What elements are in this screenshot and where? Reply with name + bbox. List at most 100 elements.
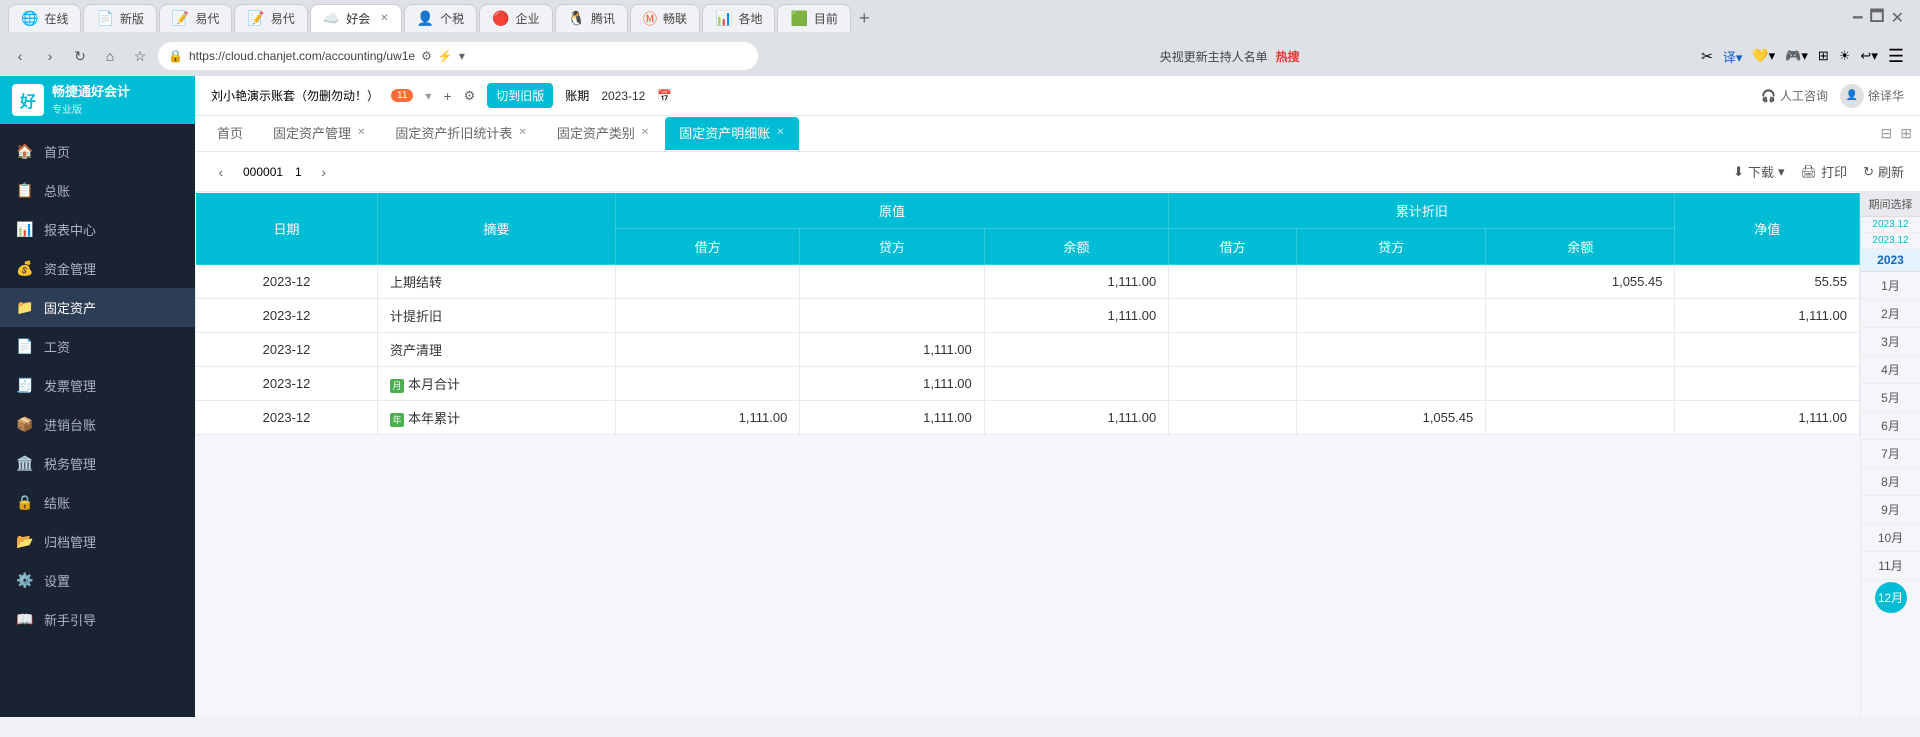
wallet-icon[interactable]: 💛▾ <box>1752 48 1775 64</box>
period-month-1[interactable]: 1月 <box>1861 272 1920 300</box>
new-tab-button[interactable]: + <box>853 8 876 29</box>
browser-tab-qiye[interactable]: 🔴 企业 <box>479 4 552 32</box>
period-month-10[interactable]: 10月 <box>1861 524 1920 552</box>
restore-button[interactable]: 🗖 <box>1869 5 1884 32</box>
cell-net-value <box>1675 367 1860 401</box>
cell-orig-credit: 1,111.00 <box>800 333 984 367</box>
close-tab-asset-detail[interactable]: ✕ <box>776 127 784 138</box>
settings-small-icon[interactable]: ⚙ <box>464 88 476 104</box>
user-avatar-button[interactable]: 👤 徐译华 <box>1840 84 1904 108</box>
browser-tab-chang[interactable]: Ⓜ 畅联 <box>630 4 700 32</box>
period-month-3[interactable]: 3月 <box>1861 328 1920 356</box>
game-icon[interactable]: 🎮▾ <box>1785 48 1808 64</box>
toolbar-right: ⬇ 下载 ▾ 🖨 打印 ↻ 刷新 <box>1733 162 1904 181</box>
browser-tab-muqian[interactable]: 🟩 目前 <box>777 4 850 32</box>
sidebar-item-payroll[interactable]: 📄 工资 <box>0 327 195 366</box>
refresh-button[interactable]: ↻ 刷新 <box>1863 162 1904 181</box>
browser-tab-online[interactable]: 🌐 在线 <box>8 4 81 32</box>
period-month-8[interactable]: 8月 <box>1861 468 1920 496</box>
period-header[interactable]: 期间选择 <box>1861 192 1920 217</box>
tab-icon-chang: Ⓜ <box>643 9 657 29</box>
ssl-icon: 🔒 <box>168 49 183 63</box>
reload-button[interactable]: ↻ <box>68 44 92 68</box>
close-haokuaiji-tab[interactable]: ✕ <box>380 13 388 24</box>
period-date-1[interactable]: 2023.12 <box>1861 217 1920 233</box>
sidebar-item-stock[interactable]: 📦 进销台账 <box>0 405 195 444</box>
tab-home[interactable]: 首页 <box>203 117 257 150</box>
period-month-4[interactable]: 4月 <box>1861 356 1920 384</box>
cell-date: 2023-12 <box>196 299 378 333</box>
translate-icon[interactable]: 译▾ <box>1723 47 1743 66</box>
cell-orig-credit <box>800 299 984 333</box>
close-window-button[interactable]: ✕ <box>1891 8 1904 28</box>
browser-tab-easy1[interactable]: 📝 易代 <box>159 4 232 32</box>
sidebar-item-funds[interactable]: 💰 资金管理 <box>0 249 195 288</box>
back-button[interactable]: ‹ <box>8 44 32 68</box>
period-date-2[interactable]: 2023.12 <box>1861 233 1920 249</box>
browser-tab-tengxun[interactable]: 🐧 腾讯 <box>555 4 628 32</box>
sidebar-item-home[interactable]: 🏠 首页 <box>0 132 195 171</box>
forward-button[interactable]: › <box>38 44 62 68</box>
prev-asset-button[interactable]: ‹ <box>211 162 231 182</box>
hot-search-label: 热搜 <box>1276 48 1300 65</box>
sidebar-item-ledger[interactable]: 📋 总账 <box>0 171 195 210</box>
switch-version-button[interactable]: 切到旧版 <box>487 83 553 108</box>
period-month-12[interactable]: 12月 <box>1875 582 1907 614</box>
tab-asset-detail-label: 固定资产明细账 <box>679 123 770 142</box>
browser-tab-geshui[interactable]: 👤 个税 <box>404 4 477 32</box>
cell-orig-debit <box>615 299 799 333</box>
add-account-button[interactable]: + <box>443 88 451 104</box>
url-bar[interactable]: 🔒 https://cloud.chanjet.com/accounting/u… <box>158 42 758 70</box>
browser-tab-easy2[interactable]: 📝 易代 <box>234 4 307 32</box>
period-month-11[interactable]: 11月 <box>1861 552 1920 580</box>
human-service-button[interactable]: 🎧 人工咨询 <box>1761 87 1828 104</box>
print-button[interactable]: 🖨 打印 <box>1801 162 1848 181</box>
close-tab-depreciation-stats[interactable]: ✕ <box>518 127 526 138</box>
download-button[interactable]: ⬇ 下载 ▾ <box>1733 162 1784 181</box>
next-asset-button[interactable]: › <box>314 162 334 182</box>
sidebar-item-guide[interactable]: 📖 新手引导 <box>0 600 195 639</box>
brightness-icon[interactable]: ☀ <box>1839 48 1851 64</box>
dropdown-arrow[interactable]: ▾ <box>425 89 431 103</box>
sidebar-item-assets[interactable]: 📁 固定资产 <box>0 288 195 327</box>
th-accum-debit: 借方 <box>1169 229 1297 265</box>
sidebar-item-settings[interactable]: ⚙️ 设置 <box>0 561 195 600</box>
period-month-6[interactable]: 6月 <box>1861 412 1920 440</box>
home-button[interactable]: ⌂ <box>98 44 122 68</box>
tab-asset-category[interactable]: 固定资产类别 ✕ <box>543 117 663 150</box>
tab-depreciation-stats[interactable]: 固定资产折旧统计表 ✕ <box>381 117 540 150</box>
cell-date: 2023-12 <box>196 265 378 299</box>
browser-tab-new[interactable]: 📄 新版 <box>83 4 156 32</box>
cell-accum-debit <box>1169 333 1297 367</box>
sidebar-logo: 好 畅捷通好会计 专业版 <box>0 76 195 124</box>
dropdown-icon[interactable]: ▾ <box>459 49 465 63</box>
tab-asset-mgmt[interactable]: 固定资产管理 ✕ <box>259 117 379 150</box>
period-month-7[interactable]: 7月 <box>1861 440 1920 468</box>
bookmark-button[interactable]: ☆ <box>128 44 152 68</box>
minimize-button[interactable]: 🗕 <box>1852 5 1863 32</box>
close-tab-asset-category[interactable]: ✕ <box>641 127 649 138</box>
undo-icon[interactable]: ↩▾ <box>1860 48 1877 64</box>
browser-tab-gedi[interactable]: 📊 各地 <box>702 4 775 32</box>
calendar-icon[interactable]: 📅 <box>657 89 672 103</box>
sidebar-label-payroll: 工资 <box>44 337 70 356</box>
sidebar-item-invoice[interactable]: 🧾 发票管理 <box>0 366 195 405</box>
period-month-9[interactable]: 9月 <box>1861 496 1920 524</box>
sidebar-item-close[interactable]: 🔒 结账 <box>0 483 195 522</box>
sidebar-item-tax[interactable]: 🏛️ 税务管理 <box>0 444 195 483</box>
download-dropdown[interactable]: ▾ <box>1778 164 1785 180</box>
maximize-panel-button[interactable]: ⊞ <box>1900 125 1912 142</box>
close-tab-asset-mgmt[interactable]: ✕ <box>357 127 365 138</box>
sidebar-item-reports[interactable]: 📊 报表中心 <box>0 210 195 249</box>
cell-summary: 资产清理 <box>378 333 616 367</box>
period-month-5[interactable]: 5月 <box>1861 384 1920 412</box>
browser-tab-haokuaiji[interactable]: ☁️ 好会 ✕ <box>310 4 402 32</box>
menu-icon[interactable]: ☰ <box>1888 46 1904 67</box>
period-month-2[interactable]: 2月 <box>1861 300 1920 328</box>
cell-date: 2023-12 <box>196 367 378 401</box>
minimize-panel-button[interactable]: ⊟ <box>1881 125 1893 142</box>
sidebar-item-archive[interactable]: 📂 归档管理 <box>0 522 195 561</box>
period-year[interactable]: 2023 <box>1861 249 1920 272</box>
grid-icon[interactable]: ⊞ <box>1818 48 1829 64</box>
tab-asset-detail[interactable]: 固定资产明细账 ✕ <box>665 117 798 150</box>
